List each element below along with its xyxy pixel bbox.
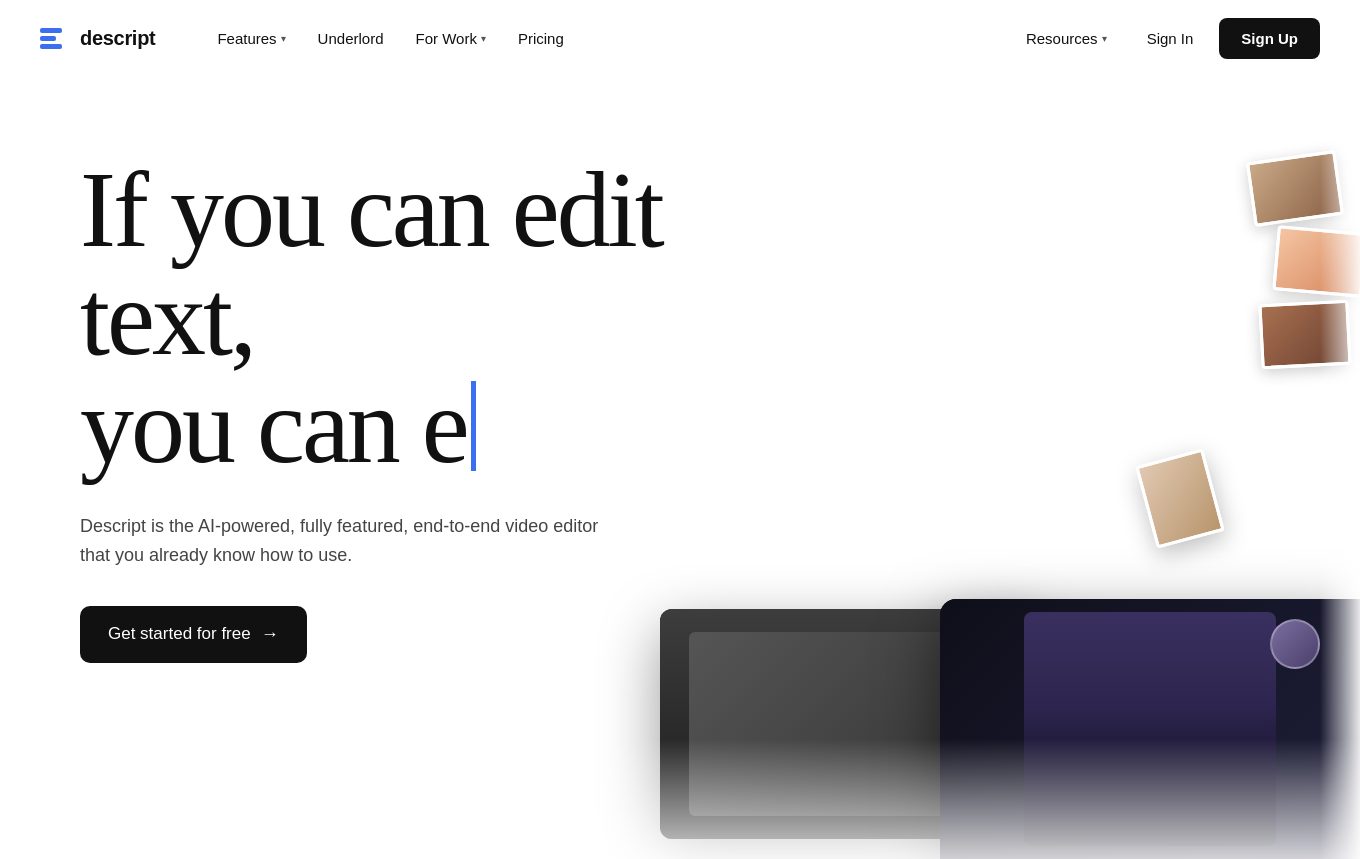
- cta-label: Get started for free: [108, 624, 251, 644]
- signup-button[interactable]: Sign Up: [1219, 18, 1320, 59]
- hero-headline-line2: you can e: [80, 372, 760, 480]
- nav-links: Features ▾ Underlord For Work ▾ Pricing: [203, 22, 1012, 55]
- hero-text-block: If you can edit text, you can e Descript…: [80, 156, 760, 663]
- hero-headline-line1: If you can edit text,: [80, 156, 760, 372]
- features-chevron-icon: ▾: [281, 33, 286, 44]
- nav-link-pricing[interactable]: Pricing: [504, 22, 578, 55]
- navbar: descript Features ▾ Underlord For Work ▾…: [0, 0, 1360, 76]
- screen-avatar: [1270, 619, 1320, 669]
- typing-cursor: [471, 381, 476, 471]
- nav-forwork-label: For Work: [415, 30, 476, 47]
- nav-pricing-label: Pricing: [518, 30, 564, 47]
- hero-headline-typing-text: you can e: [80, 372, 467, 480]
- nav-right: Resources ▾ Sign In Sign Up: [1012, 18, 1320, 59]
- nav-link-resources[interactable]: Resources ▾: [1012, 22, 1121, 55]
- nav-link-for-work[interactable]: For Work ▾: [401, 22, 499, 55]
- resources-chevron-icon: ▾: [1102, 33, 1107, 44]
- hero-bottom-fade: [0, 739, 1360, 859]
- nav-underlord-label: Underlord: [318, 30, 384, 47]
- arrow-icon: →: [261, 624, 279, 645]
- signin-button[interactable]: Sign In: [1129, 20, 1212, 57]
- hero-section: If you can edit text, you can e Descript…: [0, 76, 1360, 859]
- nav-link-underlord[interactable]: Underlord: [304, 22, 398, 55]
- nav-link-features[interactable]: Features ▾: [203, 22, 299, 55]
- logo-text: descript: [80, 27, 155, 50]
- logo[interactable]: descript: [40, 22, 155, 54]
- logo-icon: [40, 22, 72, 54]
- hero-subtitle: Descript is the AI-powered, fully featur…: [80, 512, 600, 570]
- nav-features-label: Features: [217, 30, 276, 47]
- nav-resources-label: Resources: [1026, 30, 1098, 47]
- cta-button[interactable]: Get started for free →: [80, 606, 307, 663]
- right-fade: [1320, 76, 1360, 859]
- forwork-chevron-icon: ▾: [481, 33, 486, 44]
